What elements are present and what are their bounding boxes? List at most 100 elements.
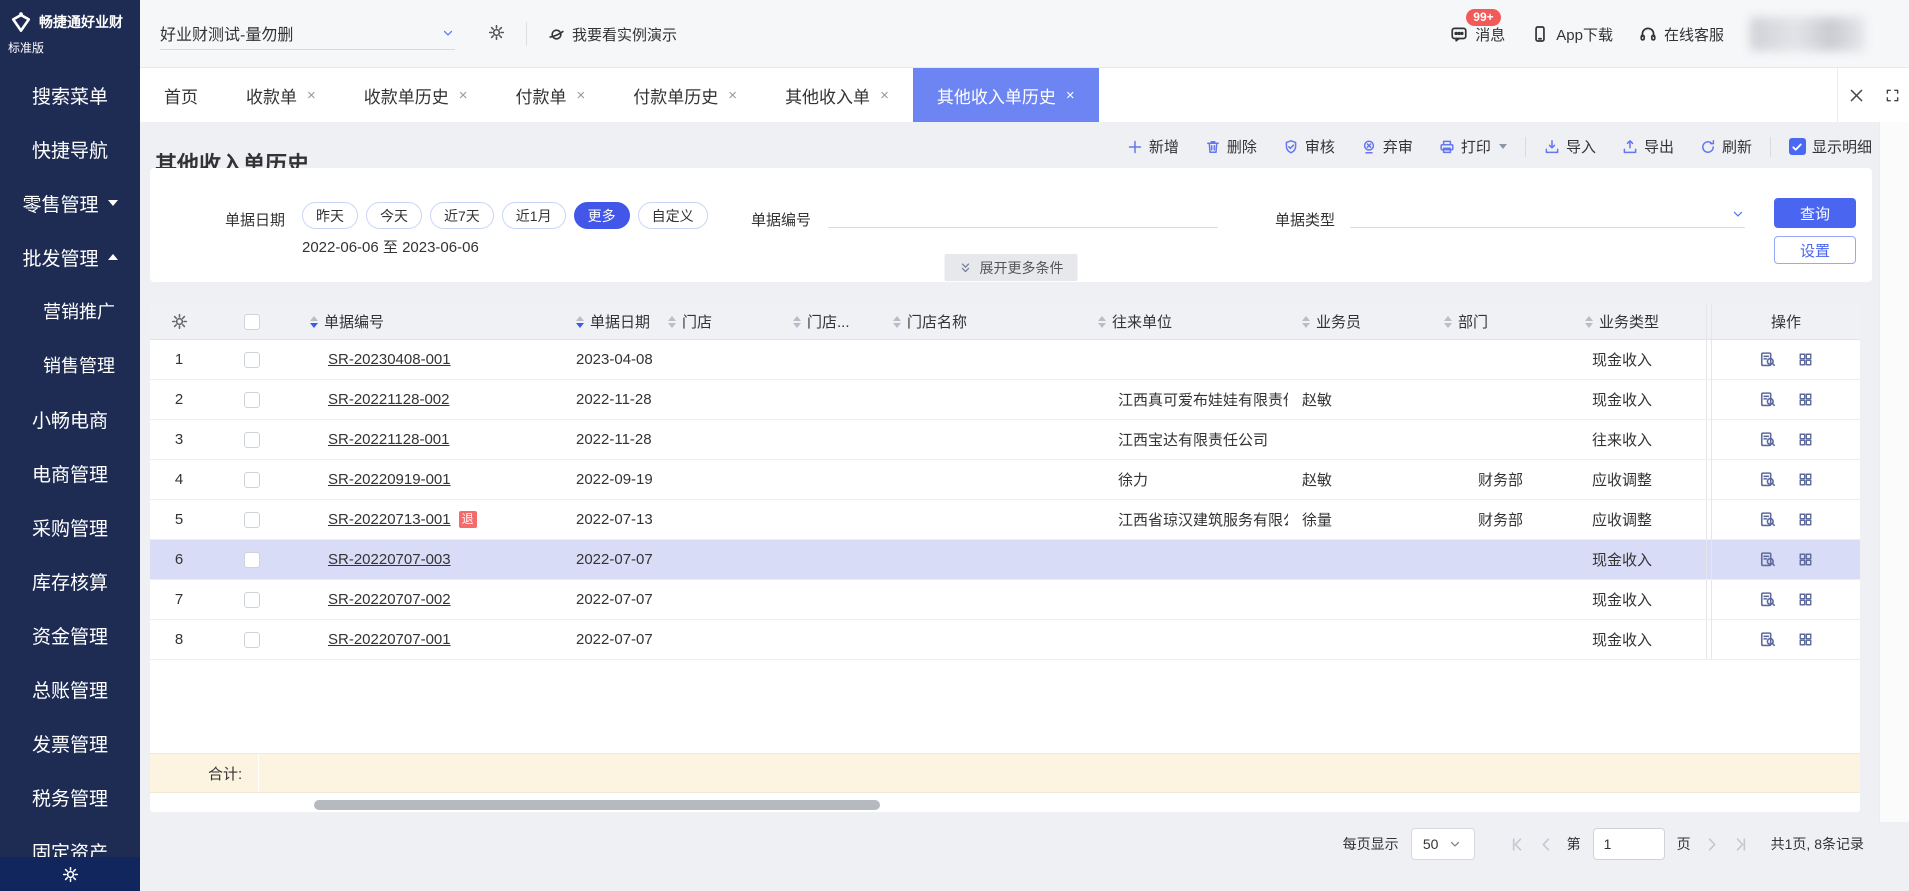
doc-no-link[interactable]: SR-20221128-001 [328,431,449,448]
first-page-icon[interactable] [1509,836,1526,853]
grid-icon[interactable] [1798,632,1813,647]
doc-no-link[interactable]: SR-20220707-001 [328,631,451,648]
user-avatar[interactable] [1750,17,1865,51]
settings-gear-icon[interactable] [488,24,505,41]
sidebar-item[interactable]: 批发管理 [0,230,140,284]
doc-no-input[interactable] [828,198,1218,228]
column-header-date[interactable]: 单据日期 [526,304,654,339]
toolbar-button[interactable]: 刷新 [1700,136,1752,157]
sidebar-item[interactable]: 零售管理 [0,176,140,230]
demo-link[interactable]: 我要看实例演示 [548,24,677,45]
tab-close-icon[interactable]: × [459,87,468,104]
sidebar-item[interactable]: 小畅电商 [0,392,140,446]
gear-icon[interactable] [62,866,79,883]
doc-search-icon[interactable] [1759,591,1776,608]
doc-search-icon[interactable] [1759,631,1776,648]
tab[interactable]: 收款单历史 × [340,68,492,122]
query-button[interactable]: 查询 [1774,198,1856,228]
toolbar-button[interactable]: 弃审 [1361,136,1413,157]
doc-type-select[interactable] [1350,198,1745,228]
messages-button[interactable]: 99+ 消息 [1450,8,1505,45]
app-download-button[interactable]: App下载 [1531,24,1613,45]
row-checkbox[interactable] [208,340,296,379]
sidebar-item[interactable]: 发票管理 [0,716,140,770]
grid-icon[interactable] [1798,552,1813,567]
doc-search-icon[interactable] [1759,431,1776,448]
date-range-value[interactable]: 2022-06-06 至 2023-06-06 [302,236,479,257]
row-checkbox[interactable] [208,460,296,499]
tab[interactable]: 付款单历史 × [609,68,761,122]
table-row[interactable]: 2 SR-20221128-002 2022-11-28 江西真可爱布娃娃有限责任..… [150,380,1860,420]
tab-close-icon[interactable]: × [1066,87,1075,104]
settings-button[interactable]: 设置 [1774,236,1856,264]
table-row[interactable]: 5 SR-20220713-001 退 2022-07-13 江西省琼汉建筑服务有限公司… [150,500,1860,540]
sidebar-item[interactable]: 销售管理 [9,338,140,392]
sidebar-item[interactable]: 库存核算 [0,554,140,608]
tab[interactable]: 首页 [140,68,222,122]
toolbar-button[interactable]: 审核 [1283,136,1335,157]
sidebar-item[interactable]: 营销推广 [9,284,140,338]
sidebar-item[interactable]: 税务管理 [0,770,140,824]
close-icon[interactable] [1848,87,1865,104]
page-number-input[interactable] [1592,828,1665,860]
org-selector[interactable]: 好业财测试-量勿删 [160,16,455,50]
horizontal-scrollbar-thumb[interactable] [314,800,880,810]
date-pill[interactable]: 今天 [366,202,422,229]
sort-arrows-icon[interactable] [893,315,901,328]
grid-icon[interactable] [1798,392,1813,407]
table-row[interactable]: 3 SR-20221128-001 2022-11-28 江西宝达有限责任公司 往来收入 [150,420,1860,460]
table-row[interactable]: 6 SR-20220707-003 2022-07-07 现金收入 [150,540,1860,580]
row-checkbox[interactable] [208,580,296,619]
support-button[interactable]: 在线客服 [1639,24,1724,45]
doc-search-icon[interactable] [1759,351,1776,368]
sort-arrows-icon[interactable] [310,315,318,328]
toolbar-button[interactable]: 新增 [1127,136,1179,157]
per-page-select[interactable]: 50 [1410,828,1475,860]
tab[interactable]: 其他收入单历史 × [912,68,1099,122]
prev-page-icon[interactable] [1538,836,1555,853]
toolbar-button[interactable]: 导入 [1544,136,1596,157]
sort-arrows-icon[interactable] [793,315,801,328]
row-checkbox[interactable] [208,500,296,539]
tab-close-icon[interactable]: × [577,87,586,104]
sort-arrows-icon[interactable] [1584,315,1593,328]
sidebar-item[interactable]: 总账管理 [0,662,140,716]
toolbar-button[interactable]: 删除 [1205,136,1257,157]
expand-more-filters-button[interactable]: 展开更多条件 [944,254,1078,281]
tab[interactable]: 收款单 × [222,68,340,122]
table-row[interactable]: 7 SR-20220707-002 2022-07-07 现金收入 [150,580,1860,620]
column-header-store[interactable]: 门店 [654,304,779,339]
doc-no-link[interactable]: SR-20220707-002 [328,591,451,608]
next-page-icon[interactable] [1703,836,1720,853]
column-settings-gear-icon[interactable] [150,304,208,339]
column-header-partner[interactable]: 往来单位 [1084,304,1288,339]
sidebar-item[interactable]: 资金管理 [0,608,140,662]
sidebar-footer[interactable] [0,857,140,891]
sort-arrows-icon[interactable] [668,315,676,328]
sort-arrows-icon[interactable] [576,315,584,328]
column-header-salesman[interactable]: 业务员 [1288,304,1430,339]
doc-search-icon[interactable] [1759,471,1776,488]
tab[interactable]: 其他收入单 × [761,68,913,122]
doc-search-icon[interactable] [1759,391,1776,408]
row-checkbox[interactable] [208,380,296,419]
sort-arrows-icon[interactable] [1444,315,1452,328]
row-checkbox[interactable] [208,620,296,659]
tab-close-icon[interactable]: × [728,87,737,104]
show-detail-checkbox[interactable]: 显示明细 [1788,136,1872,157]
table-row[interactable]: 8 SR-20220707-001 2022-07-07 现金收入 [150,620,1860,660]
sidebar-item[interactable]: 搜索菜单 [0,68,140,122]
table-row[interactable]: 1 SR-20230408-001 2023-04-08 现金收入 [150,340,1860,380]
doc-no-link[interactable]: SR-20220919-001 [328,471,451,488]
sort-arrows-icon[interactable] [1098,315,1106,328]
date-pill[interactable]: 近7天 [430,202,494,229]
date-pill[interactable]: 自定义 [637,202,708,229]
tab-close-icon[interactable]: × [880,87,889,104]
date-pill[interactable]: 近1月 [501,202,566,229]
fullscreen-icon[interactable] [1885,88,1900,103]
column-header-doc_no[interactable]: 单据编号 [296,304,526,339]
doc-search-icon[interactable] [1759,551,1776,568]
row-checkbox[interactable] [208,420,296,459]
grid-icon[interactable] [1798,512,1813,527]
doc-no-link[interactable]: SR-20220707-003 [328,551,451,568]
